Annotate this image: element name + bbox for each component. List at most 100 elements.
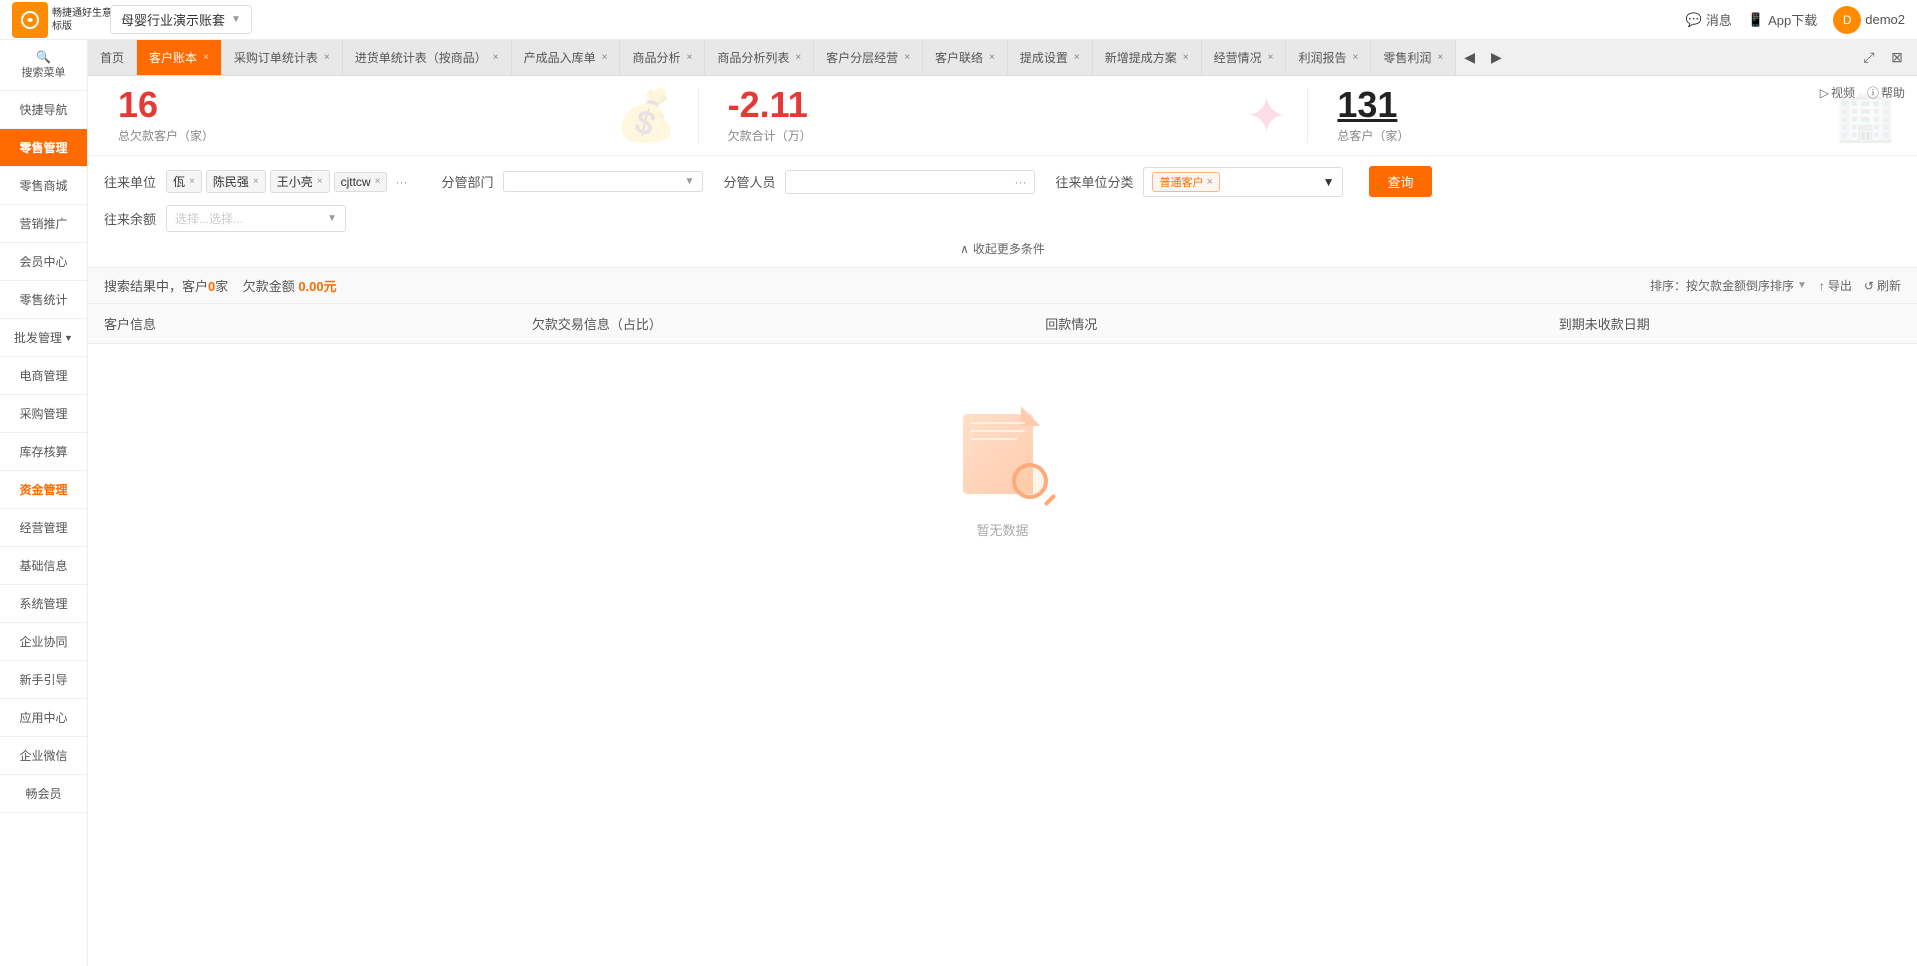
sidebar-item-finance[interactable]: 资金管理 <box>0 471 87 509</box>
close-icon[interactable]: × <box>1352 52 1358 63</box>
category-select[interactable]: 普通客户 × ▼ <box>1143 167 1343 197</box>
tab-home[interactable]: 首页 <box>88 40 137 76</box>
workspace-arrow: ▼ <box>231 14 241 25</box>
sidebar-search-label: 搜索菜单 <box>8 64 79 80</box>
col-header-date: 到期未收款日期 <box>1559 314 1901 333</box>
filter-tag-1: 陈民强 × <box>206 170 266 193</box>
col-header-debt: 欠款交易信息（占比） <box>532 314 1045 333</box>
sidebar-item-retail-mall[interactable]: 零售商城 <box>0 167 87 205</box>
close-icon[interactable]: × <box>795 52 801 63</box>
sidebar-item-purchase[interactable]: 采购管理 <box>0 395 87 433</box>
sidebar-item-newbie[interactable]: 新手引导 <box>0 661 87 699</box>
close-icon[interactable]: × <box>1183 52 1189 63</box>
close-icon[interactable]: × <box>1437 52 1443 63</box>
remain-select[interactable]: 选择... 选择... ▼ <box>166 205 346 232</box>
filter-tag-3: cjttcw × <box>334 172 388 192</box>
refresh-btn[interactable]: ↺ 刷新 <box>1864 277 1901 294</box>
remain-placeholder-text: 选择... <box>209 210 243 227</box>
tab-customer-ledger[interactable]: 客户账本 × <box>137 40 222 76</box>
sidebar-search[interactable]: 🔍 搜索菜单 <box>0 40 87 91</box>
filter-tags: 佤 × 陈民强 × 王小亮 × cjttcw × <box>166 170 411 193</box>
close-icon[interactable]: × <box>686 52 692 63</box>
top-bar-right: 💬 消息 📱 App下载 D demo2 <box>1686 6 1905 34</box>
filter-row-1: 往来单位 佤 × 陈民强 × 王小亮 × <box>104 166 1901 197</box>
stat-number-debt-amount: -2.11 <box>728 87 808 123</box>
close-icon[interactable]: × <box>989 52 995 63</box>
sidebar-item-enterprise[interactable]: 企业协同 <box>0 623 87 661</box>
tab-commission-settings[interactable]: 提成设置 × <box>1008 40 1093 76</box>
tab-add-commission[interactable]: 新增提成方案 × <box>1093 40 1202 76</box>
tab-operations[interactable]: 经营情况 × <box>1202 40 1287 76</box>
tab-restore-btn[interactable]: ⊠ <box>1885 46 1909 70</box>
sidebar-item-system[interactable]: 系统管理 <box>0 585 87 623</box>
close-icon[interactable]: × <box>1268 52 1274 63</box>
remove-tag-3[interactable]: × <box>375 176 381 187</box>
close-icon[interactable]: × <box>203 52 209 63</box>
sidebar-item-retail-stats[interactable]: 零售统计 <box>0 281 87 319</box>
tab-more-btn[interactable]: ◀ <box>1456 40 1483 76</box>
close-icon[interactable]: × <box>493 52 499 63</box>
sidebar-item-inventory[interactable]: 库存核算 <box>0 433 87 471</box>
unit-label: 往来单位 <box>104 172 156 191</box>
sidebar-item-app-center[interactable]: 应用中心 <box>0 699 87 737</box>
sidebar-item-operations[interactable]: 经营管理 <box>0 509 87 547</box>
tab-expand-btn[interactable]: ⤢ <box>1857 46 1881 70</box>
category-tag: 普通客户 × <box>1152 172 1219 192</box>
sidebar-item-retail-management[interactable]: 零售管理 <box>0 129 87 167</box>
staff-more-icon: ··· <box>1014 175 1026 189</box>
sidebar-quick-nav[interactable]: 快捷导航 <box>0 91 87 129</box>
top-bar: 畅捷通好生意 标版 母婴行业演示账套 ▼ 💬 消息 📱 App下载 D demo… <box>0 0 1917 40</box>
stat-icon-building: 🏢 <box>1835 86 1897 145</box>
sidebar-item-ecommerce[interactable]: 电商管理 <box>0 357 87 395</box>
export-icon: ↑ <box>1819 279 1825 293</box>
app-download-btn[interactable]: 📱 App下载 <box>1748 10 1817 29</box>
tab-profit-report[interactable]: 利润报告 × <box>1286 40 1371 76</box>
magnifier-icon <box>1012 463 1048 499</box>
tab-finished-goods[interactable]: 产成品入库单 × <box>512 40 621 76</box>
stat-number-total-customers: 131 <box>1337 87 1397 123</box>
remove-category-tag[interactable]: × <box>1206 176 1212 188</box>
close-icon[interactable]: × <box>1074 52 1080 63</box>
collapse-btn[interactable]: ∧ 收起更多条件 <box>960 240 1045 257</box>
sidebar-item-marketing[interactable]: 营销推广 <box>0 205 87 243</box>
sidebar-item-member-center[interactable]: 会员中心 <box>0 243 87 281</box>
filter-tag-0: 佤 × <box>166 170 202 193</box>
remove-tag-1[interactable]: × <box>253 176 259 187</box>
remove-tag-2[interactable]: × <box>317 176 323 187</box>
message-btn[interactable]: 💬 消息 <box>1686 10 1732 29</box>
refresh-icon: ↺ <box>1864 279 1874 293</box>
stat-block-total-customers: 🏢 131 总客户（家） <box>1307 76 1917 155</box>
empty-state: 暂无数据 <box>88 344 1917 599</box>
remove-tag-0[interactable]: × <box>189 176 195 187</box>
export-btn[interactable]: ↑ 导出 <box>1819 277 1852 294</box>
tab-purchase-stats[interactable]: 采购订单统计表 × <box>222 40 343 76</box>
sidebar-item-basic-info[interactable]: 基础信息 <box>0 547 87 585</box>
sidebar-item-wholesale[interactable]: 批发管理 ▼ <box>0 319 87 357</box>
tab-product-analysis[interactable]: 商品分析 × <box>620 40 705 76</box>
stat-block-debt-amount: ✦ -2.11 欠款合计（万） <box>698 76 1308 155</box>
close-icon[interactable]: × <box>904 52 910 63</box>
close-icon[interactable]: × <box>602 52 608 63</box>
main-layout: 🔍 搜索菜单 快捷导航 零售管理 零售商城 营销推广 会员中心 零售统计 批发管… <box>0 40 1917 966</box>
empty-text: 暂无数据 <box>976 520 1028 539</box>
sidebar-item-member[interactable]: 畅会员 <box>0 775 87 813</box>
filter-area: 往来单位 佤 × 陈民强 × 王小亮 × <box>88 156 1917 268</box>
stat-label-total-customers: 总客户（家） <box>1337 127 1409 144</box>
search-btn[interactable]: 查询 <box>1369 166 1431 197</box>
sidebar-item-wechat[interactable]: 企业微信 <box>0 737 87 775</box>
workspace-selector[interactable]: 母婴行业演示账套 ▼ <box>110 5 252 34</box>
tab-customer-contact[interactable]: 客户联络 × <box>923 40 1008 76</box>
tab-next-btn[interactable]: ▶ <box>1483 40 1510 76</box>
staff-input[interactable]: ··· <box>785 170 1035 194</box>
filter-row-2: 往来余额 选择... 选择... ▼ <box>104 205 1901 232</box>
user-menu[interactable]: D demo2 <box>1833 6 1905 34</box>
department-select[interactable]: ▼ <box>503 171 703 192</box>
tab-retail-profit[interactable]: 零售利润 × <box>1371 40 1456 76</box>
close-icon[interactable]: × <box>324 52 330 63</box>
filter-more-tags-btn[interactable]: ··· <box>391 173 411 191</box>
tab-purchase-product-stats[interactable]: 进货单统计表（按商品） × <box>343 40 512 76</box>
filter-tag-2: 王小亮 × <box>270 170 330 193</box>
tab-product-analysis-list[interactable]: 商品分析列表 × <box>705 40 814 76</box>
tab-customer-tier[interactable]: 客户分层经营 × <box>814 40 923 76</box>
stat-number-debt-customers: 16 <box>118 87 158 123</box>
